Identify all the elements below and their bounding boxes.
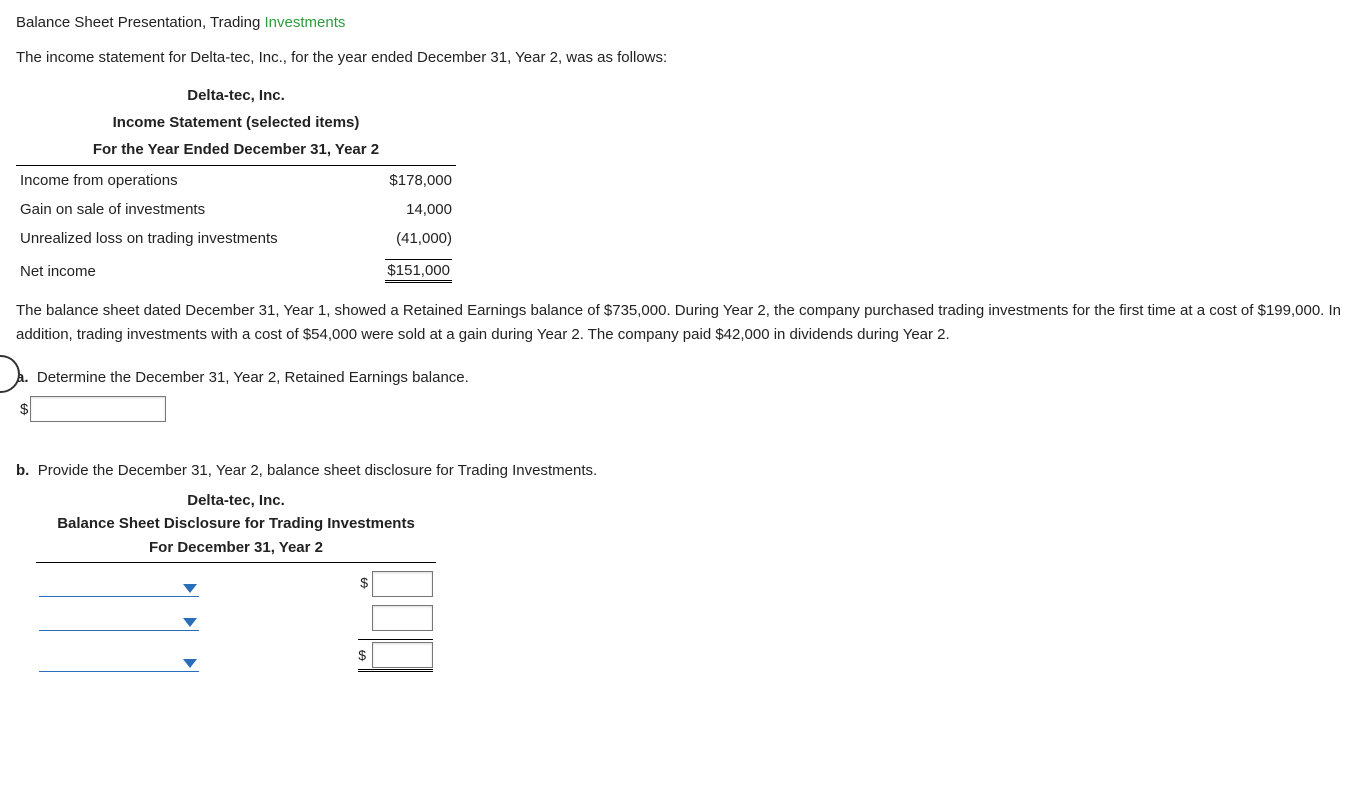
stmt-row: Gain on sale of investments 14,000 — [16, 195, 456, 224]
income-statement: Delta-tec, Inc. Income Statement (select… — [16, 82, 456, 289]
title-prefix: Balance Sheet Presentation, Trading — [16, 14, 265, 31]
title-highlight: Investments — [265, 14, 346, 31]
stmt-value: 14,000 — [353, 195, 456, 224]
stmt-label: Net income — [16, 253, 353, 289]
disc-dropdown-2[interactable] — [39, 606, 199, 631]
stmt-row: Income from operations $178,000 — [16, 166, 456, 195]
disc-period: For December 31, Year 2 — [16, 536, 456, 559]
intro-text: The income statement for Delta-tec, Inc.… — [16, 49, 1349, 66]
stmt-row: Unrealized loss on trading investments (… — [16, 224, 456, 253]
disc-amount-input-3[interactable] — [372, 642, 433, 668]
disclosure-block: Delta-tec, Inc. Balance Sheet Disclosure… — [16, 489, 456, 676]
currency-symbol: $ — [358, 647, 366, 663]
disc-dropdown-1[interactable] — [39, 572, 199, 597]
disc-row — [33, 601, 439, 635]
currency-symbol: $ — [360, 574, 368, 590]
chevron-down-icon — [183, 618, 197, 627]
disc-header-rule — [36, 561, 436, 563]
question-a: a. Determine the December 31, Year 2, Re… — [16, 369, 1349, 386]
stmt-title: Income Statement (selected items) — [16, 109, 456, 136]
question-b-label: b. — [16, 462, 29, 479]
disc-title: Balance Sheet Disclosure for Trading Inv… — [16, 512, 456, 535]
question-a-text: Determine the December 31, Year 2, Retai… — [37, 369, 469, 386]
stmt-value: (41,000) — [353, 224, 456, 253]
disc-amount-input-2[interactable] — [372, 605, 433, 631]
stmt-label: Gain on sale of investments — [16, 195, 353, 224]
disc-company: Delta-tec, Inc. — [16, 489, 456, 512]
stmt-period: For the Year Ended December 31, Year 2 — [16, 136, 456, 163]
stmt-label: Unrealized loss on trading investments — [16, 224, 353, 253]
page-edge-marker — [0, 355, 20, 393]
retained-earnings-input[interactable] — [30, 396, 166, 422]
question-b-text: Provide the December 31, Year 2, balance… — [38, 462, 597, 479]
stmt-value: $178,000 — [353, 166, 456, 195]
problem-paragraph: The balance sheet dated December 31, Yea… — [16, 299, 1349, 347]
currency-symbol: $ — [20, 401, 28, 418]
disc-dropdown-3[interactable] — [39, 647, 199, 672]
disc-amount-input-1[interactable] — [372, 571, 433, 597]
stmt-row-total: Net income $151,000 — [16, 253, 456, 289]
answer-a-row: $ — [20, 396, 1349, 422]
question-b: b. Provide the December 31, Year 2, bala… — [16, 462, 1349, 479]
stmt-label: Income from operations — [16, 166, 353, 195]
disc-row: $ — [33, 567, 439, 601]
stmt-total-value: $151,000 — [385, 259, 452, 283]
chevron-down-icon — [183, 584, 197, 593]
disc-row-total: $ — [33, 635, 439, 676]
page-title: Balance Sheet Presentation, Trading Inve… — [16, 14, 1349, 31]
chevron-down-icon — [183, 659, 197, 668]
stmt-company: Delta-tec, Inc. — [16, 82, 456, 109]
